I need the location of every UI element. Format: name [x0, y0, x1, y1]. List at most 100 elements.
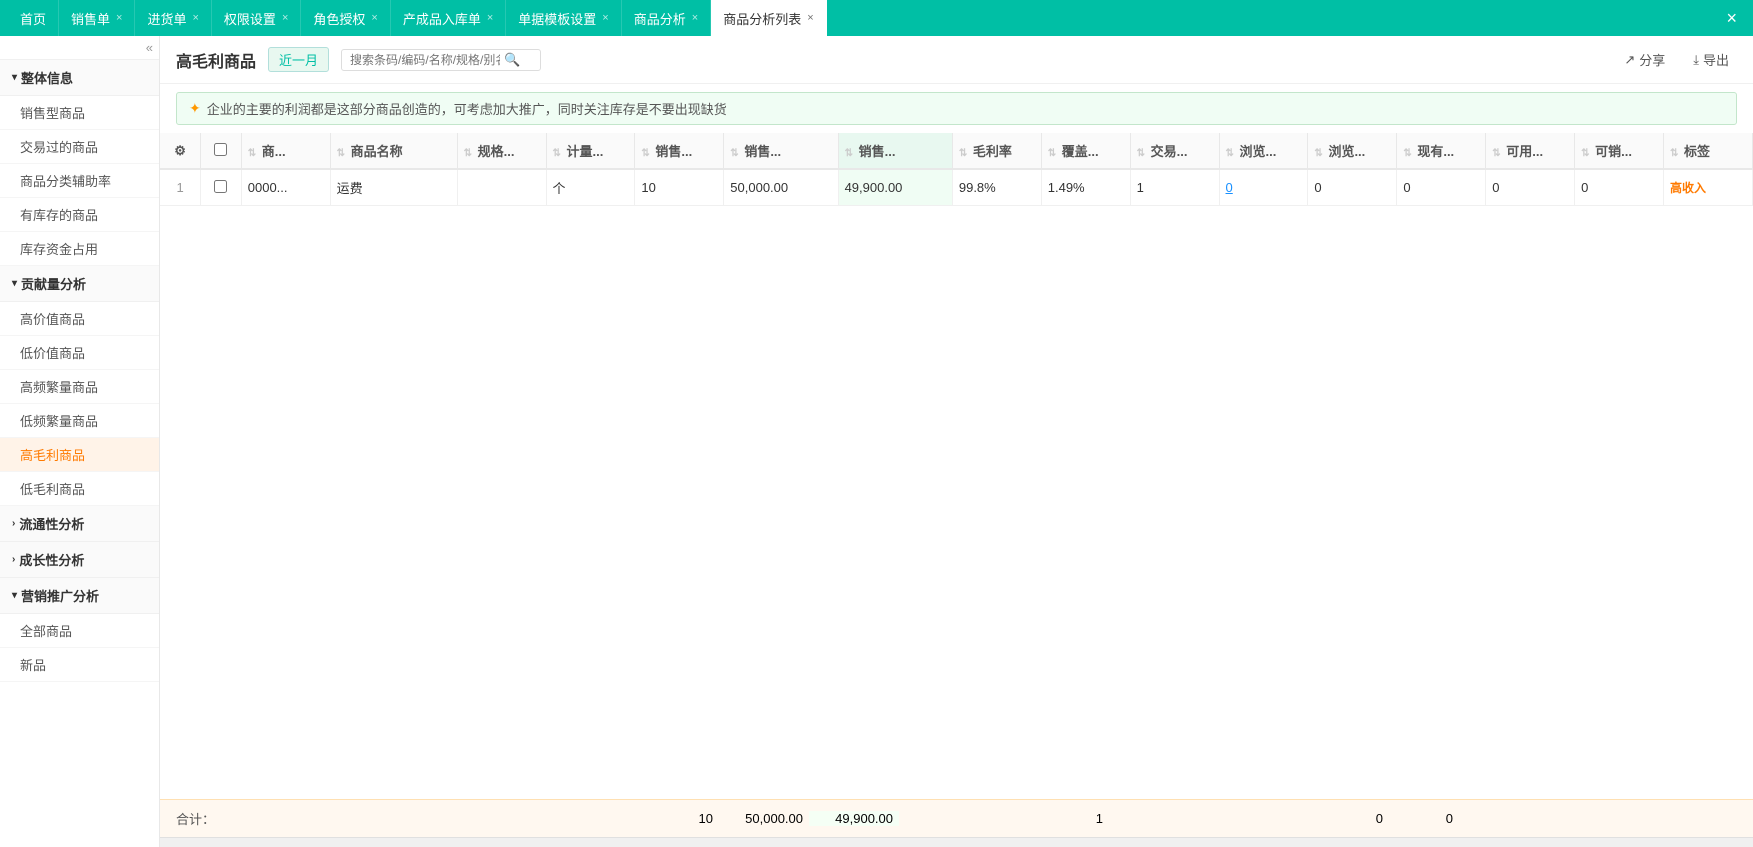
sidebar-section-marketing[interactable]: ▾ 营销推广分析	[0, 578, 159, 614]
row-sales-qty: 10	[635, 169, 724, 206]
sidebar-item-sales-goods-label: 销售型商品	[20, 106, 85, 121]
nav-tab-templates-close[interactable]: ×	[602, 12, 608, 24]
row-sales-amount: 50,000.00	[724, 169, 838, 206]
col-cover[interactable]: ⇅ 覆盖...	[1041, 133, 1130, 169]
sort-icon-7: ⇅	[845, 148, 853, 159]
col-sales-cost[interactable]: ⇅ 销售...	[838, 133, 952, 169]
col-available[interactable]: ⇅ 可用...	[1486, 133, 1575, 169]
col-tag[interactable]: ⇅ 标签	[1663, 133, 1752, 169]
sidebar-item-analysis-assist[interactable]: 商品分类辅助率	[0, 164, 159, 198]
sidebar-item-high-margin[interactable]: 高毛利商品	[0, 438, 159, 472]
nav-tab-analysis-close[interactable]: ×	[692, 12, 698, 24]
sidebar-item-low-value[interactable]: 低价值商品	[0, 336, 159, 370]
col-in-stock[interactable]: ⇅ 现有...	[1397, 133, 1486, 169]
filter-recent-month-button[interactable]: 近一月	[268, 47, 329, 72]
select-all-checkbox[interactable]	[214, 143, 227, 156]
export-button[interactable]: ⤓ 导出	[1685, 46, 1737, 73]
col-margin-rate[interactable]: ⇅ 毛利率	[952, 133, 1041, 169]
arrow-down-icon-3: ▾	[12, 590, 17, 601]
sidebar-item-traded-goods-label: 交易过的商品	[20, 140, 98, 155]
sidebar-item-traded-goods[interactable]: 交易过的商品	[0, 130, 159, 164]
nav-tab-roles-close[interactable]: ×	[371, 12, 377, 24]
sidebar-collapse-button[interactable]: «	[0, 36, 159, 60]
search-icon[interactable]: 🔍	[504, 52, 520, 68]
sidebar-item-in-stock-goods-label: 有库存的商品	[20, 208, 98, 223]
data-table: ⚙ ⇅ 商... ⇅ 商品名称	[160, 133, 1753, 206]
row-code-value: 0000...	[248, 180, 288, 195]
col-code[interactable]: ⇅ 商...	[241, 133, 330, 169]
col-trade[interactable]: ⇅ 交易...	[1130, 133, 1219, 169]
nav-tab-sales-close[interactable]: ×	[116, 12, 122, 24]
row-unit-value: 个	[553, 181, 566, 196]
sort-icon-14: ⇅	[1492, 148, 1500, 159]
row-sellable: 0	[1575, 169, 1664, 206]
col-sales-qty[interactable]: ⇅ 销售...	[635, 133, 724, 169]
nav-tab-sales[interactable]: 销售单 ×	[59, 0, 135, 36]
nav-tab-templates[interactable]: 单据模板设置 ×	[506, 0, 621, 36]
col-name[interactable]: ⇅ 商品名称	[330, 133, 457, 169]
nav-tab-permissions-close[interactable]: ×	[282, 12, 288, 24]
col-browse2[interactable]: ⇅ 浏览...	[1308, 133, 1397, 169]
sort-icon: ⇅	[248, 148, 256, 159]
sidebar-section-financial[interactable]: ▾ 贡献量分析	[0, 266, 159, 302]
nav-tab-roles[interactable]: 角色授权 ×	[301, 0, 390, 36]
nav-tab-analysis[interactable]: 商品分析 ×	[622, 0, 711, 36]
col-unit[interactable]: ⇅ 计量...	[546, 133, 635, 169]
nav-tab-purchase[interactable]: 进货单 ×	[135, 0, 211, 36]
row-name-value: 运费	[337, 181, 363, 196]
col-settings[interactable]: ⚙	[160, 133, 201, 169]
share-button[interactable]: ↗ 分享	[1616, 46, 1673, 73]
row-browse1-value[interactable]: 0	[1226, 180, 1233, 195]
sidebar-item-all-goods[interactable]: 全部商品	[0, 614, 159, 648]
sidebar-section-flow[interactable]: › 流通性分析	[0, 506, 159, 542]
col-sellable[interactable]: ⇅ 可销...	[1575, 133, 1664, 169]
info-icon: ✦	[189, 100, 201, 117]
sidebar-item-in-stock-goods[interactable]: 有库存的商品	[0, 198, 159, 232]
nav-tab-purchase-close[interactable]: ×	[192, 12, 198, 24]
nav-tab-products-in-close[interactable]: ×	[487, 12, 493, 24]
sidebar-item-low-freq[interactable]: 低频繁量商品	[0, 404, 159, 438]
sidebar-section-growth-label: 成长性分析	[19, 550, 84, 569]
col-spec[interactable]: ⇅ 规格...	[457, 133, 546, 169]
footer-sales-amount: 50,000.00	[719, 811, 809, 826]
row-name: 运费	[330, 169, 457, 206]
info-banner-text: 企业的主要的利润都是这部分商品创造的，可考虑加大推广，同时关注库存是不要出现缺货	[207, 99, 727, 118]
sort-icon-13: ⇅	[1403, 148, 1411, 159]
nav-tab-permissions[interactable]: 权限设置 ×	[212, 0, 301, 36]
close-all-button[interactable]: ×	[1718, 8, 1745, 29]
info-banner: ✦ 企业的主要的利润都是这部分商品创造的，可考虑加大推广，同时关注库存是不要出现…	[176, 92, 1737, 125]
nav-tab-products-in[interactable]: 产成品入库单 ×	[391, 0, 506, 36]
row-code: 0000...	[241, 169, 330, 206]
nav-tab-home[interactable]: 首页	[8, 0, 59, 36]
sidebar-item-high-value-label: 高价值商品	[20, 312, 85, 327]
horizontal-scrollbar[interactable]	[160, 837, 1753, 847]
sidebar-item-sales-goods[interactable]: 销售型商品	[0, 96, 159, 130]
search-input[interactable]	[350, 53, 500, 67]
col-margin-rate-label: 毛利率	[973, 144, 1012, 159]
row-tag: 高收入	[1663, 169, 1752, 206]
sidebar-item-high-freq[interactable]: 高频繁量商品	[0, 370, 159, 404]
sidebar-item-low-margin[interactable]: 低毛利商品	[0, 472, 159, 506]
sidebar-item-high-value[interactable]: 高价值商品	[0, 302, 159, 336]
nav-tab-analysis-list-close[interactable]: ×	[807, 12, 813, 24]
sidebar-item-stock-capital[interactable]: 库存资金占用	[0, 232, 159, 266]
row-checkbox[interactable]	[214, 180, 227, 193]
export-icon: ⤓	[1693, 52, 1699, 68]
row-in-stock: 0	[1397, 169, 1486, 206]
sort-icon-16: ⇅	[1670, 148, 1678, 159]
sidebar-section-growth[interactable]: › 成长性分析	[0, 542, 159, 578]
col-sales-amount[interactable]: ⇅ 销售...	[724, 133, 838, 169]
nav-tab-analysis-list[interactable]: 商品分析列表 ×	[711, 0, 826, 36]
nav-tab-sales-label: 销售单	[71, 9, 110, 28]
row-browse2: 0	[1308, 169, 1397, 206]
footer-sellable: 0	[1389, 811, 1459, 826]
row-margin-rate: 99.8%	[952, 169, 1041, 206]
row-number: 1	[160, 169, 201, 206]
arrow-right-icon-2: ›	[12, 554, 15, 565]
main-layout: « ▾ 整体信息 销售型商品 交易过的商品 商品分类辅助率 有库存的商品 库存资…	[0, 36, 1753, 847]
col-browse1[interactable]: ⇅ 浏览...	[1219, 133, 1308, 169]
footer-sales-cost: 49,900.00	[809, 811, 899, 826]
sidebar-item-new-goods[interactable]: 新品	[0, 648, 159, 682]
col-checkbox	[201, 133, 242, 169]
sidebar-section-overall[interactable]: ▾ 整体信息	[0, 60, 159, 96]
